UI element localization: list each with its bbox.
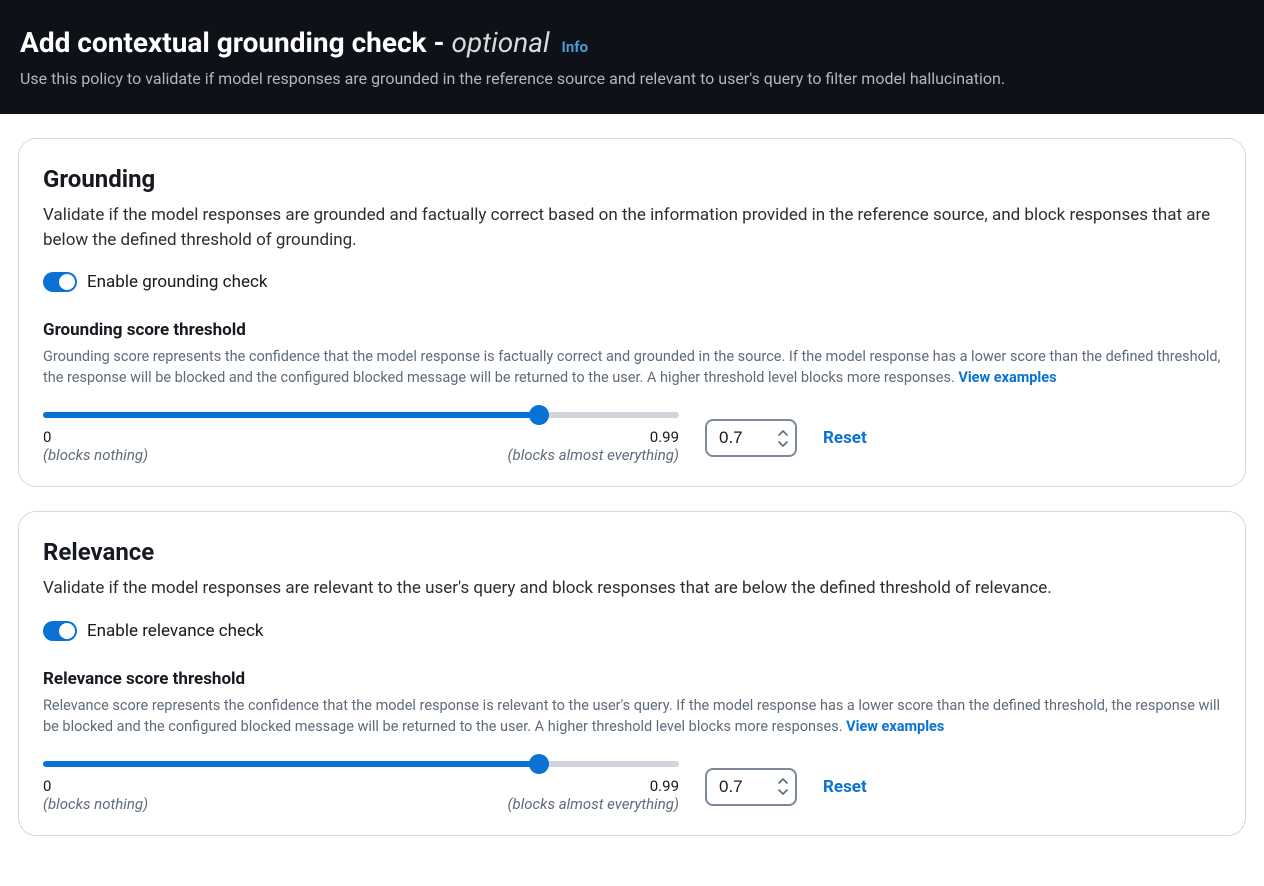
relevance-title: Relevance — [43, 538, 1221, 566]
chevron-up-icon — [778, 778, 788, 784]
toggle-knob — [59, 623, 75, 639]
page-header: Add contextual grounding check - optiona… — [0, 0, 1264, 114]
grounding-stepper-down[interactable] — [775, 438, 791, 449]
grounding-panel: Grounding Validate if the model response… — [18, 138, 1246, 487]
slider-fill — [43, 412, 539, 418]
grounding-threshold-input[interactable] — [719, 428, 767, 448]
grounding-title: Grounding — [43, 165, 1221, 193]
slider-max-value: 0.99 — [650, 428, 679, 446]
slider-min-caption: (blocks nothing) — [43, 446, 148, 464]
chevron-up-icon — [778, 430, 788, 436]
info-link[interactable]: Info — [562, 38, 589, 56]
grounding-threshold-slider[interactable] — [43, 412, 679, 418]
relevance-toggle-label: Enable relevance check — [87, 621, 264, 641]
relevance-threshold-slider[interactable] — [43, 761, 679, 767]
slider-max-caption: (blocks almost everything) — [508, 795, 679, 813]
slider-min-caption: (blocks nothing) — [43, 795, 148, 813]
relevance-description: Validate if the model responses are rele… — [43, 576, 1221, 601]
relevance-threshold-input-wrap — [705, 768, 797, 806]
relevance-reset-button[interactable]: Reset — [823, 777, 867, 797]
relevance-threshold-desc: Relevance score represents the confidenc… — [43, 695, 1221, 737]
grounding-toggle-row: Enable grounding check — [43, 272, 1221, 292]
grounding-toggle-label: Enable grounding check — [87, 272, 267, 292]
slider-min-value: 0 — [43, 428, 148, 446]
relevance-stepper-up[interactable] — [775, 776, 791, 787]
toggle-knob — [59, 274, 75, 290]
grounding-threshold-desc: Grounding score represents the confidenc… — [43, 346, 1221, 388]
chevron-down-icon — [778, 789, 788, 795]
slider-thumb[interactable] — [529, 754, 549, 774]
relevance-stepper-down[interactable] — [775, 787, 791, 798]
slider-min-value: 0 — [43, 777, 148, 795]
grounding-stepper-up[interactable] — [775, 427, 791, 438]
relevance-threshold-input[interactable] — [719, 777, 767, 797]
slider-max-caption: (blocks almost everything) — [508, 446, 679, 464]
slider-fill — [43, 761, 539, 767]
grounding-enable-toggle[interactable] — [43, 272, 77, 292]
grounding-description: Validate if the model responses are grou… — [43, 203, 1221, 252]
grounding-threshold-input-wrap — [705, 419, 797, 457]
chevron-down-icon — [778, 441, 788, 447]
page-description: Use this policy to validate if model res… — [20, 69, 1244, 88]
grounding-reset-button[interactable]: Reset — [823, 428, 867, 448]
grounding-threshold-title: Grounding score threshold — [43, 320, 1221, 340]
relevance-toggle-row: Enable relevance check — [43, 621, 1221, 641]
relevance-threshold-title: Relevance score threshold — [43, 669, 1221, 689]
relevance-view-examples-link[interactable]: View examples — [846, 718, 944, 735]
relevance-enable-toggle[interactable] — [43, 621, 77, 641]
grounding-view-examples-link[interactable]: View examples — [958, 369, 1056, 386]
slider-max-value: 0.99 — [650, 777, 679, 795]
page-title-optional: optional — [451, 26, 549, 59]
page-title: Add contextual grounding check - — [20, 26, 451, 59]
relevance-panel: Relevance Validate if the model response… — [18, 511, 1246, 836]
slider-thumb[interactable] — [529, 405, 549, 425]
